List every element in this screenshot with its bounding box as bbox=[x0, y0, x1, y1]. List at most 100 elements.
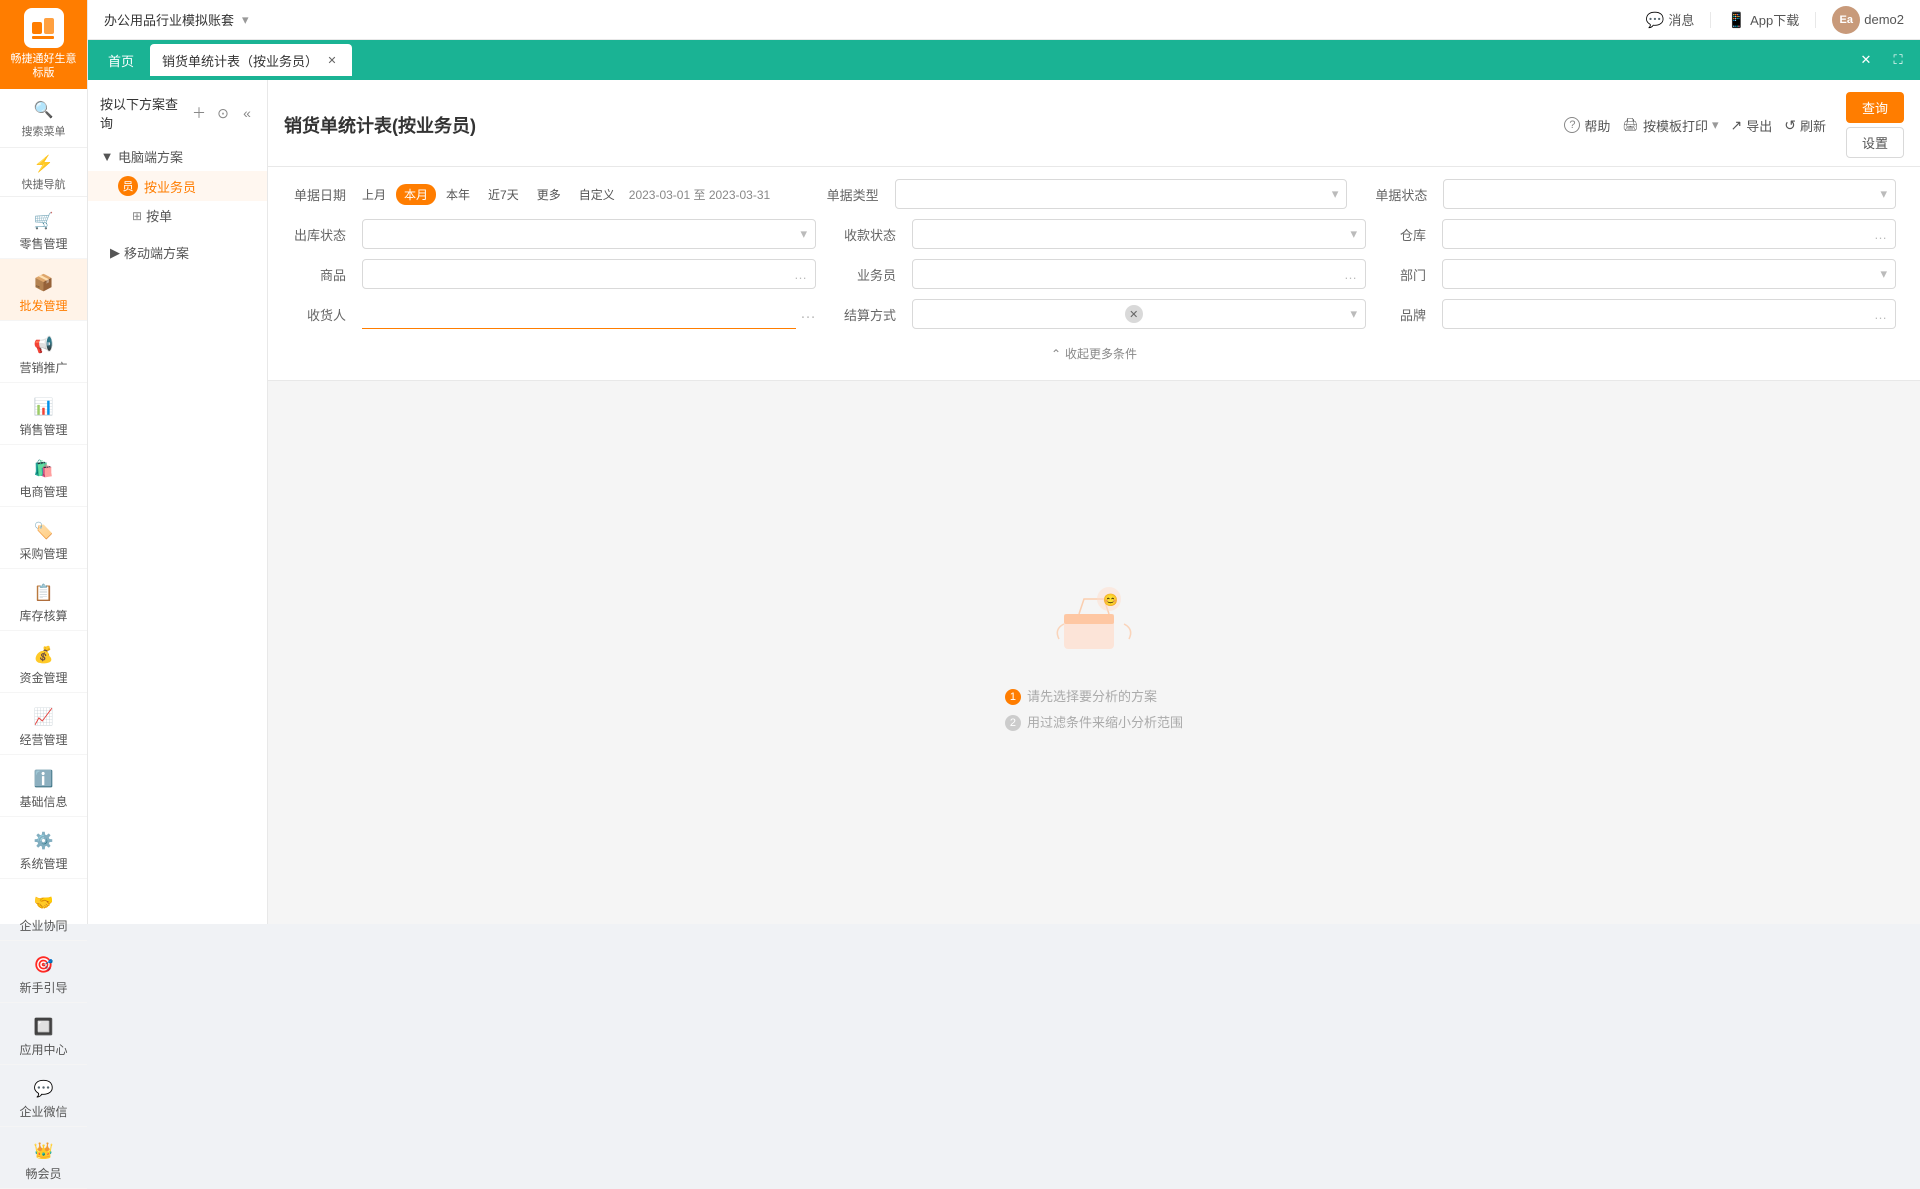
tab-close-all-btn[interactable]: ✕ bbox=[1852, 46, 1880, 74]
print-action[interactable]: 🖨 按模板打印 ▾ bbox=[1622, 116, 1718, 135]
sidebar-item-purchase[interactable]: 🏷️ 采购管理 bbox=[0, 507, 87, 569]
grid-icon: ⊞ bbox=[132, 209, 142, 223]
collapse-button[interactable]: ⌃ 收起更多条件 bbox=[1051, 345, 1137, 362]
settings-plan-btn[interactable]: ⊙ bbox=[213, 103, 233, 123]
sidebar-item-quick-nav[interactable]: ⚡ 快捷导航 bbox=[0, 148, 87, 197]
sidebar-item-inventory[interactable]: 📋 库存核算 bbox=[0, 569, 87, 631]
sidebar-item-basic-info[interactable]: ℹ️ 基础信息 bbox=[0, 755, 87, 817]
sidebar-item-newbie[interactable]: 🎯 新手引导 bbox=[0, 941, 87, 1003]
sidebar-item-wechat[interactable]: 💬 企业微信 bbox=[0, 1065, 87, 1127]
tree-order-label: 按单 bbox=[146, 206, 172, 225]
dept-control: ▾ bbox=[1434, 259, 1904, 289]
filter-row-4: 收货人 … 结算方式 ✕ ▾ 品牌 bbox=[284, 299, 1904, 329]
settlement-select[interactable]: ✕ ▾ bbox=[912, 299, 1366, 329]
tree-order-item[interactable]: ⊞ 按单 bbox=[88, 201, 267, 230]
tree-pc-section: ▼ 电脑端方案 员 按业务员 ⊞ 按单 bbox=[88, 138, 267, 234]
product-dots: … bbox=[794, 267, 807, 282]
add-plan-btn[interactable]: ＋ bbox=[189, 103, 209, 123]
salesperson-label: 业务员 bbox=[824, 265, 904, 284]
dropdown-icon[interactable]: ▾ bbox=[242, 12, 249, 28]
product-label: 商品 bbox=[284, 265, 354, 284]
print-label: 按模板打印 bbox=[1643, 116, 1708, 135]
sidebar-item-app-center[interactable]: 🔲 应用中心 bbox=[0, 1003, 87, 1065]
out-status-select[interactable]: ▾ bbox=[362, 219, 816, 249]
left-panel: 按以下方案查询 ＋ ⊙ « ▼ 电脑端方案 员 按业务员 ⊞ 按 bbox=[88, 80, 268, 924]
settlement-clear-btn[interactable]: ✕ bbox=[1125, 305, 1143, 323]
date-last7-btn[interactable]: 近7天 bbox=[480, 184, 527, 205]
tree-mobile-expand-icon: ▶ bbox=[110, 245, 120, 261]
sidebar-item-member[interactable]: 👑 畅会员 bbox=[0, 1127, 87, 1189]
brand-dots: … bbox=[1874, 307, 1887, 322]
brand-label: 品牌 bbox=[1374, 305, 1434, 324]
top-header: 办公用品行业模拟账套 ▾ 💬 消息 📱 App下载 Ea demo2 bbox=[88, 0, 1920, 40]
app-download-icon: 📱 bbox=[1727, 11, 1746, 29]
sidebar-item-operations[interactable]: 📈 经营管理 bbox=[0, 693, 87, 755]
sidebar-item-system[interactable]: ⚙️ 系统管理 bbox=[0, 817, 87, 879]
query-button[interactable]: 查询 bbox=[1846, 92, 1904, 123]
doc-type-label: 单据类型 bbox=[807, 185, 887, 204]
payment-dropdown-icon: ▾ bbox=[1350, 226, 1357, 242]
sidebar-item-finance[interactable]: 💰 资金管理 bbox=[0, 631, 87, 693]
refresh-action[interactable]: ↺ 刷新 bbox=[1784, 116, 1826, 135]
help-action[interactable]: ? 帮助 bbox=[1564, 116, 1610, 135]
payment-select[interactable]: ▾ bbox=[912, 219, 1366, 249]
recipient-dots[interactable]: … bbox=[800, 305, 816, 323]
tab-home[interactable]: 首页 bbox=[96, 44, 146, 76]
filter-area: 单据日期 上月 本月 本年 近7天 更多 自定义 2023-03-01 至 20… bbox=[268, 167, 1920, 381]
tab-bar: 首页 销货单统计表（按业务员） ✕ ✕ ⛶ bbox=[88, 40, 1920, 80]
tab-bar-actions: ✕ ⛶ bbox=[1852, 46, 1912, 74]
username: demo2 bbox=[1864, 12, 1904, 27]
app-title: 办公用品行业模拟账套 bbox=[104, 10, 234, 29]
tree-salesperson-item[interactable]: 员 按业务员 bbox=[88, 171, 267, 201]
left-panel-title: 按以下方案查询 bbox=[100, 94, 189, 132]
divider bbox=[1710, 12, 1711, 28]
export-icon: ↗ bbox=[1730, 117, 1742, 134]
sidebar-item-sales[interactable]: 📊 销售管理 bbox=[0, 383, 87, 445]
dept-select[interactable]: ▾ bbox=[1442, 259, 1896, 289]
tab-fullscreen-btn[interactable]: ⛶ bbox=[1884, 46, 1912, 74]
date-this-month-btn[interactable]: 本月 bbox=[396, 184, 436, 205]
app-download-action[interactable]: 📱 App下载 bbox=[1727, 10, 1799, 29]
dept-dropdown-icon: ▾ bbox=[1880, 266, 1887, 282]
settings-button[interactable]: 设置 bbox=[1846, 127, 1904, 158]
doc-status-select[interactable]: ▾ bbox=[1443, 179, 1896, 209]
brand-select[interactable]: … bbox=[1442, 299, 1896, 329]
tree-mobile-header[interactable]: ▶ 移动端方案 bbox=[88, 238, 267, 267]
logo-text: 畅捷通好生意 标版 bbox=[4, 52, 83, 81]
tree-mobile-section: ▶ 移动端方案 bbox=[88, 234, 267, 271]
settlement-label: 结算方式 bbox=[824, 305, 904, 324]
tree-salesperson-label: 按业务员 bbox=[144, 177, 196, 196]
message-label: 消息 bbox=[1668, 10, 1694, 29]
date-custom-btn[interactable]: 自定义 bbox=[571, 184, 623, 205]
recipient-label: 收货人 bbox=[284, 305, 354, 324]
sidebar-item-enterprise[interactable]: 🤝 企业协同 bbox=[0, 879, 87, 941]
tab-close-icon[interactable]: ✕ bbox=[324, 52, 340, 68]
step1-text: 请先选择要分析的方案 bbox=[1027, 684, 1157, 710]
date-last-month-btn[interactable]: 上月 bbox=[354, 184, 394, 205]
sidebar-item-search[interactable]: 🔍 搜索菜单 bbox=[0, 89, 87, 148]
sidebar-item-wholesale[interactable]: 📦 批发管理 bbox=[0, 259, 87, 321]
date-this-year-btn[interactable]: 本年 bbox=[438, 184, 478, 205]
date-label: 单据日期 bbox=[284, 185, 354, 204]
tree-pc-header[interactable]: ▼ 电脑端方案 bbox=[88, 142, 267, 171]
export-action[interactable]: ↗ 导出 bbox=[1730, 116, 1772, 135]
warehouse-select[interactable]: … bbox=[1442, 219, 1896, 249]
app-logo[interactable]: 畅捷通好生意 标版 bbox=[0, 0, 87, 89]
out-status-dropdown-icon: ▾ bbox=[800, 226, 807, 242]
date-more-btn[interactable]: 更多 bbox=[529, 184, 569, 205]
svg-text:😊: 😊 bbox=[1103, 593, 1118, 607]
message-action[interactable]: 💬 消息 bbox=[1646, 10, 1695, 29]
user-menu[interactable]: Ea demo2 bbox=[1832, 6, 1904, 34]
salesperson-select[interactable]: … bbox=[912, 259, 1366, 289]
sidebar: 畅捷通好生意 标版 🔍 搜索菜单 ⚡ 快捷导航 🛒 零售管理 📦 批发管理 📢 … bbox=[0, 0, 88, 924]
recipient-input[interactable] bbox=[362, 299, 796, 329]
empty-illustration: 😊 bbox=[1044, 569, 1144, 672]
sidebar-item-marketing[interactable]: 📢 营销推广 bbox=[0, 321, 87, 383]
sidebar-item-ecommerce[interactable]: 🛍️ 电商管理 bbox=[0, 445, 87, 507]
doc-type-select[interactable]: ▾ bbox=[895, 179, 1348, 209]
tab-sales-stat[interactable]: 销货单统计表（按业务员） ✕ bbox=[150, 44, 352, 76]
logo-icon bbox=[24, 8, 64, 48]
product-select[interactable]: … bbox=[362, 259, 816, 289]
sidebar-item-retail[interactable]: 🛒 零售管理 bbox=[0, 197, 87, 259]
collapse-panel-btn[interactable]: « bbox=[237, 103, 257, 123]
